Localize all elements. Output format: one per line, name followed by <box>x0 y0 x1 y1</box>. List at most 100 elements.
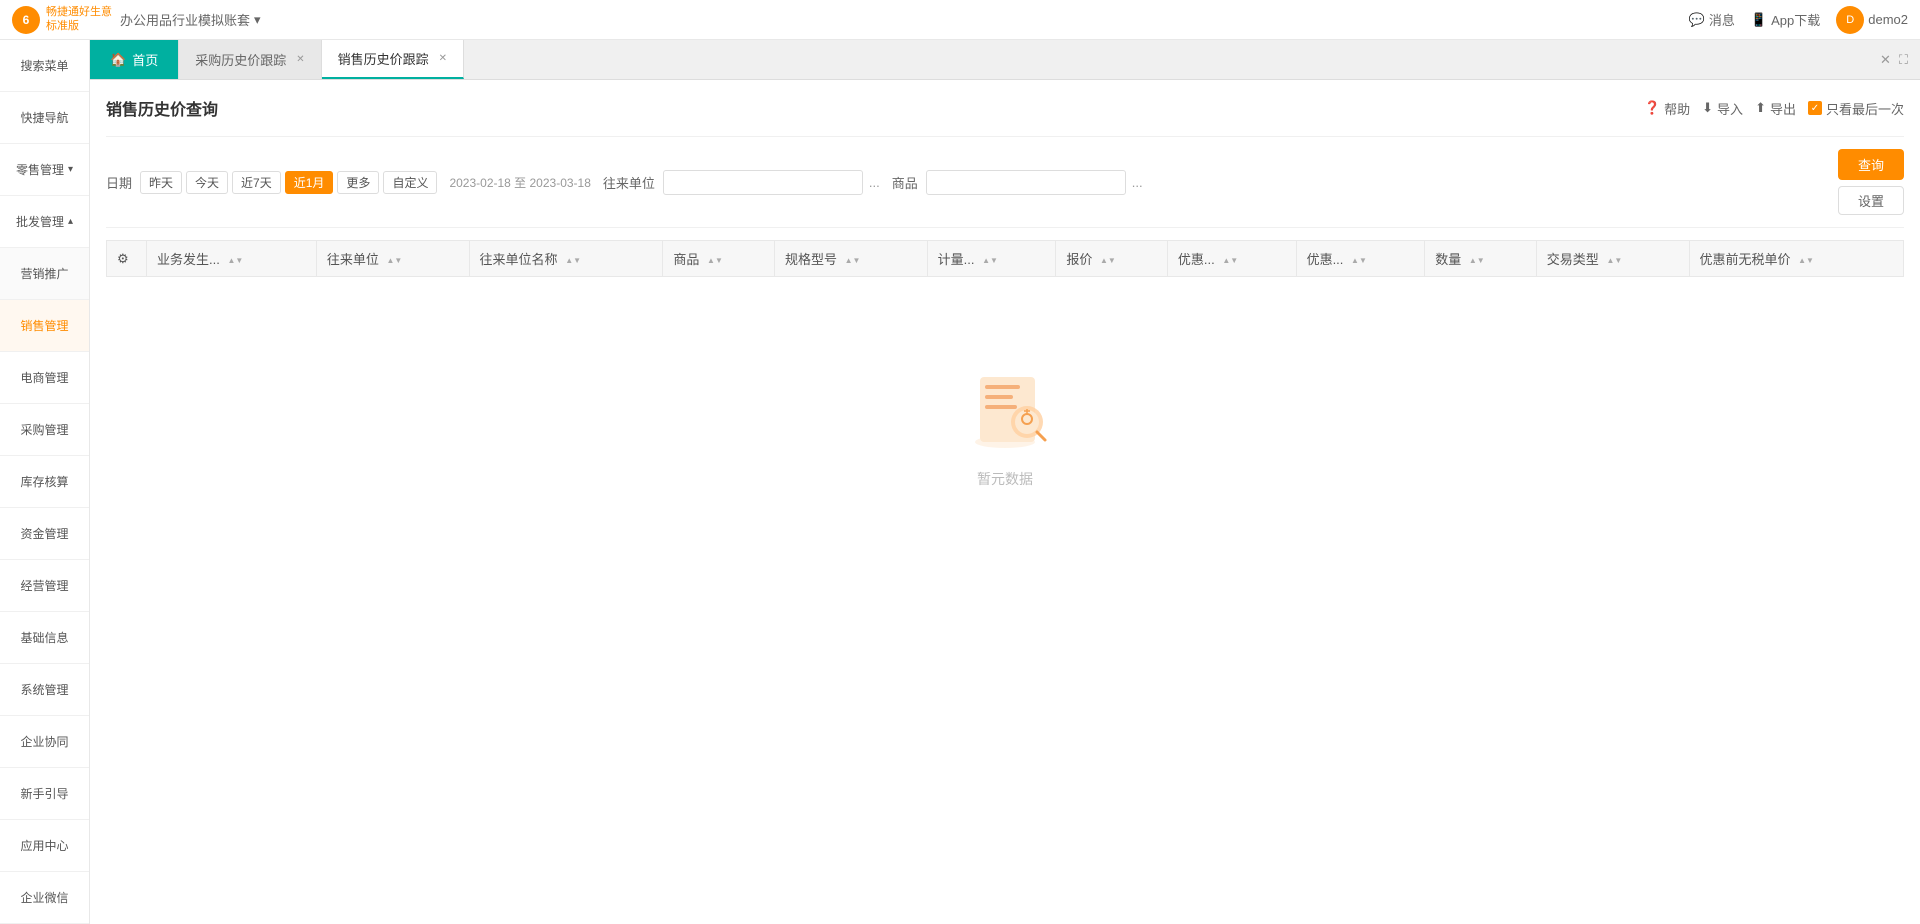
export-icon: ⬆ <box>1755 100 1766 116</box>
table-col-discount1[interactable]: 优惠... ▲▼ <box>1167 241 1296 277</box>
date-buttons: 昨天 今天 近7天 近1月 更多 自定义 <box>140 171 437 194</box>
empty-state: 暂元数据 <box>107 277 1904 569</box>
sidebar-item-enterprise[interactable]: 企业协同 <box>0 716 89 768</box>
minimize-icon[interactable]: ✕ <box>1880 52 1891 68</box>
top-bar-right: 💬 消息 📱 App下载 D demo2 <box>1689 6 1908 34</box>
sort-arrows-pretax-price: ▲▼ <box>1798 256 1814 265</box>
page-content: 销售历史价查询 ❓ 帮助 ⬇ 导入 ⬆ 导出 ✓ <box>90 80 1920 924</box>
partner-filter-group: 往来单位 ... <box>603 170 880 195</box>
tab-purchase-history-close[interactable]: ✕ <box>296 54 304 65</box>
import-icon: ⬇ <box>1702 100 1713 116</box>
tab-bar-actions: ✕ ⛶ <box>1868 40 1920 79</box>
goods-ellipsis-btn[interactable]: ... <box>1132 175 1143 190</box>
sort-arrows-partner-code: ▲▼ <box>386 256 402 265</box>
sidebar-item-sales-mgmt[interactable]: 销售管理 <box>0 300 89 352</box>
table-header-row: ⚙ 业务发生... ▲▼ 往来单位 ▲▼ 往来单位名称 ▲▼ <box>107 241 1904 277</box>
filter-right-actions: 查询 设置 <box>1838 149 1904 215</box>
sidebar-item-basic-info[interactable]: 基础信息 <box>0 612 89 664</box>
filter-bar: 日期 昨天 今天 近7天 近1月 更多 自定义 2023-02-18 至 202… <box>106 136 1904 228</box>
gear-icon[interactable]: ⚙ <box>117 251 129 266</box>
maximize-icon[interactable]: ⛶ <box>1899 52 1908 68</box>
sidebar-item-ecommerce[interactable]: 电商管理 <box>0 352 89 404</box>
table-col-pretax-price[interactable]: 优惠前无税单价 ▲▼ <box>1689 241 1904 277</box>
date-btn-today[interactable]: 今天 <box>186 171 228 194</box>
sidebar-item-system[interactable]: 系统管理 <box>0 664 89 716</box>
sidebar-item-wholesale-mgmt[interactable]: 批发管理 ▴ <box>0 196 89 248</box>
goods-input[interactable] <box>926 170 1126 195</box>
table-col-partner-name[interactable]: 往来单位名称 ▲▼ <box>469 241 663 277</box>
sidebar-item-finance[interactable]: 资金管理 <box>0 508 89 560</box>
table-col-partner-code[interactable]: 往来单位 ▲▼ <box>316 241 469 277</box>
empty-state-row: 暂元数据 <box>107 277 1904 570</box>
page-header: 销售历史价查询 ❓ 帮助 ⬇ 导入 ⬆ 导出 ✓ <box>106 96 1904 120</box>
sidebar: 搜索菜单 快捷导航 零售管理 ▾ 批发管理 ▴ 营销推广 销售管理 电商管理 采… <box>0 40 90 924</box>
table-col-spec[interactable]: 规格型号 ▲▼ <box>774 241 927 277</box>
sidebar-item-retail-mgmt[interactable]: 零售管理 ▾ <box>0 144 89 196</box>
message-button[interactable]: 💬 消息 <box>1689 10 1735 29</box>
chevron-up-icon: ▴ <box>68 216 73 227</box>
empty-state-icon <box>955 357 1055 457</box>
export-button[interactable]: ⬆ 导出 <box>1755 99 1796 118</box>
app-download-icon: 📱 <box>1751 12 1767 28</box>
tab-sales-history[interactable]: 销售历史价跟踪 ✕ <box>322 40 464 79</box>
date-btn-last1m[interactable]: 近1月 <box>285 171 334 194</box>
table-col-unit[interactable]: 计量... ▲▼ <box>927 241 1056 277</box>
filter-settings-button[interactable]: 设置 <box>1838 186 1904 215</box>
partner-ellipsis-btn[interactable]: ... <box>869 175 880 190</box>
main-layout: 搜索菜单 快捷导航 零售管理 ▾ 批发管理 ▴ 营销推广 销售管理 电商管理 采… <box>0 40 1920 924</box>
tab-purchase-history[interactable]: 采购历史价跟踪 ✕ <box>179 40 321 79</box>
sort-arrows-discount1: ▲▼ <box>1222 256 1238 265</box>
sidebar-item-newbie[interactable]: 新手引导 <box>0 768 89 820</box>
date-btn-last7[interactable]: 近7天 <box>232 171 281 194</box>
tab-home[interactable]: 🏠 首页 <box>90 40 179 79</box>
help-icon: ❓ <box>1644 100 1660 116</box>
table-col-goods[interactable]: 商品 ▲▼ <box>663 241 775 277</box>
sidebar-item-app-center[interactable]: 应用中心 <box>0 820 89 872</box>
app-selector[interactable]: 办公用品行业模拟账套 ▾ <box>120 10 261 29</box>
logo-text: 畅捷通好生意 标准版 <box>46 6 112 32</box>
sort-arrows-price: ▲▼ <box>1100 256 1116 265</box>
sort-arrows-goods: ▲▼ <box>707 256 723 265</box>
logo-area: 6 畅捷通好生意 标准版 <box>12 6 112 34</box>
tab-bar: 🏠 首页 采购历史价跟踪 ✕ 销售历史价跟踪 ✕ ✕ ⛶ <box>90 40 1920 80</box>
chevron-down-icon: ▾ <box>254 12 261 28</box>
partner-label: 往来单位 <box>603 173 655 192</box>
app-download-button[interactable]: 📱 App下载 <box>1751 10 1820 29</box>
sidebar-item-corp-wechat[interactable]: 企业微信 <box>0 872 89 924</box>
top-bar-left: 6 畅捷通好生意 标准版 办公用品行业模拟账套 ▾ <box>12 6 261 34</box>
date-btn-more[interactable]: 更多 <box>337 171 379 194</box>
date-btn-yesterday[interactable]: 昨天 <box>140 171 182 194</box>
sidebar-item-purchase-mgmt[interactable]: 采购管理 <box>0 404 89 456</box>
sidebar-item-search-menu[interactable]: 搜索菜单 <box>0 40 89 92</box>
query-button[interactable]: 查询 <box>1838 149 1904 180</box>
home-icon: 🏠 <box>110 52 126 68</box>
sort-arrows-partner-name: ▲▼ <box>565 256 581 265</box>
tab-sales-history-close[interactable]: ✕ <box>439 53 447 64</box>
message-icon: 💬 <box>1689 12 1705 28</box>
import-button[interactable]: ⬇ 导入 <box>1702 99 1743 118</box>
sidebar-item-quick-nav[interactable]: 快捷导航 <box>0 92 89 144</box>
user-avatar-area[interactable]: D demo2 <box>1836 6 1908 34</box>
sort-arrows-unit: ▲▼ <box>982 256 998 265</box>
sidebar-item-marketing[interactable]: 营销推广 <box>0 248 89 300</box>
help-button[interactable]: ❓ 帮助 <box>1644 99 1690 118</box>
sort-arrows-qty: ▲▼ <box>1469 256 1485 265</box>
only-last-checkbox-label[interactable]: ✓ 只看最后一次 <box>1808 99 1904 118</box>
logo-icon: 6 <box>12 6 40 34</box>
top-bar: 6 畅捷通好生意 标准版 办公用品行业模拟账套 ▾ 💬 消息 📱 App下载 D… <box>0 0 1920 40</box>
sidebar-item-operations[interactable]: 经营管理 <box>0 560 89 612</box>
table-header: ⚙ 业务发生... ▲▼ 往来单位 ▲▼ 往来单位名称 ▲▼ <box>107 241 1904 277</box>
date-btn-custom[interactable]: 自定义 <box>383 171 437 194</box>
goods-input-wrap: ... <box>926 170 1143 195</box>
table-col-trade-type[interactable]: 交易类型 ▲▼ <box>1536 241 1689 277</box>
sort-arrows-spec: ▲▼ <box>845 256 861 265</box>
table-col-price[interactable]: 报价 ▲▼ <box>1056 241 1168 277</box>
only-last-checkbox[interactable]: ✓ <box>1808 101 1822 115</box>
table-col-biz-date[interactable]: 业务发生... ▲▼ <box>147 241 317 277</box>
table-col-discount2[interactable]: 优惠... ▲▼ <box>1296 241 1425 277</box>
partner-input[interactable] <box>663 170 863 195</box>
date-filter-group: 日期 昨天 今天 近7天 近1月 更多 自定义 2023-02-18 至 202… <box>106 171 591 194</box>
table-col-qty[interactable]: 数量 ▲▼ <box>1425 241 1537 277</box>
table-col-settings[interactable]: ⚙ <box>107 241 147 277</box>
sidebar-item-inventory[interactable]: 库存核算 <box>0 456 89 508</box>
